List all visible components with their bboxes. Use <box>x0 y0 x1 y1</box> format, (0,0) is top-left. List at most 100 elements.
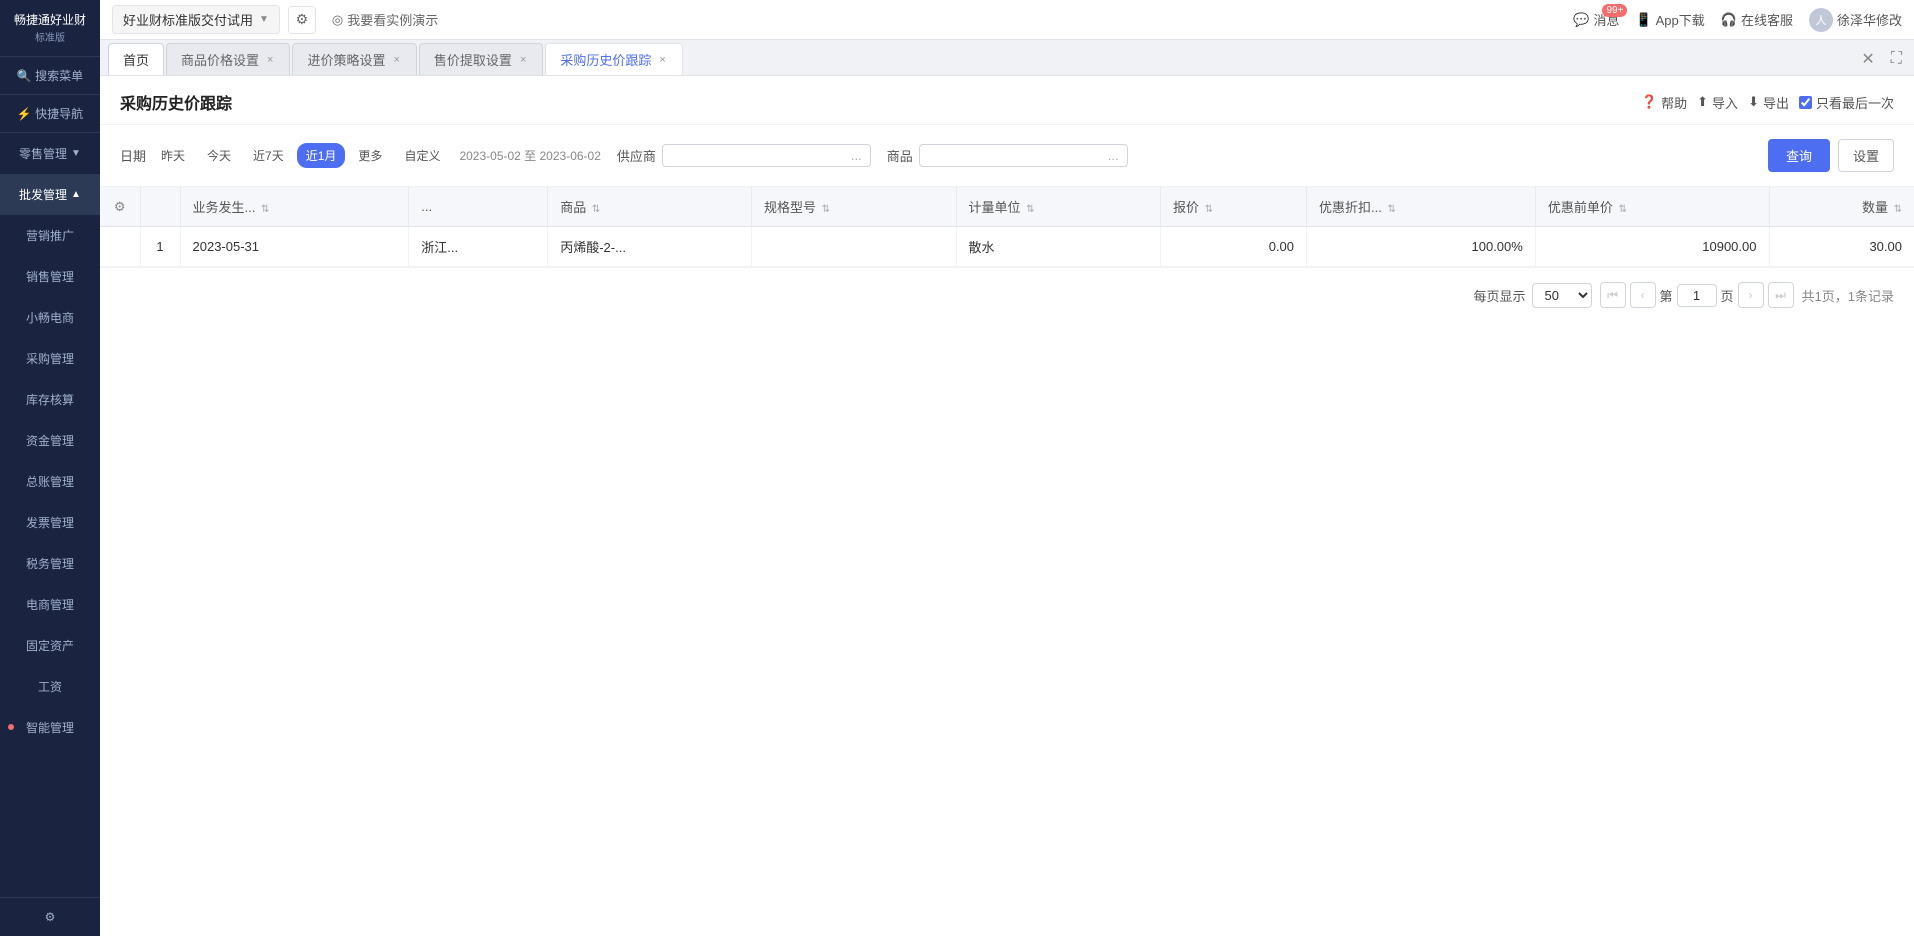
sidebar-settings[interactable]: ⚙ <box>0 897 100 936</box>
th-more[interactable]: ... <box>409 187 548 227</box>
tab-close-icon[interactable]: × <box>265 53 275 67</box>
product-filter-label: 商品 <box>887 146 913 165</box>
settings-icon: ⚙ <box>45 910 56 924</box>
sidebar-item-ecom[interactable]: 电商管理 <box>0 584 100 625</box>
date-btn-more[interactable]: 更多 <box>349 143 391 168</box>
tab-label: 进价策略设置 <box>307 50 385 69</box>
first-page-btn[interactable]: ⏮ <box>1600 282 1626 308</box>
per-page-selector: 每页显示 2050100200 <box>1473 283 1591 308</box>
sidebar-item-tax[interactable]: 税务管理 <box>0 543 100 584</box>
logo-sub: 标准版 <box>8 29 92 44</box>
page-header: 采购历史价跟踪 ❓ 帮助 ⬆ 导入 ⬇ 导出 只看最后一次 <box>100 76 1914 125</box>
demo-btn[interactable]: ◎ 我要看实例演示 <box>324 6 446 33</box>
date-btn-last1m[interactable]: 近1月 <box>297 143 346 168</box>
sidebar-item-purchase[interactable]: 采购管理 <box>0 338 100 379</box>
settings-btn[interactable]: 设置 <box>1838 139 1894 172</box>
search-icon: 🔍 <box>17 69 32 83</box>
sidebar-item-label: 小畅电商 <box>26 309 74 326</box>
sidebar-item-ecom-small[interactable]: 小畅电商 <box>0 297 100 338</box>
query-btn[interactable]: 查询 <box>1768 139 1830 172</box>
tab-price[interactable]: 商品价格设置× <box>166 43 290 75</box>
sidebar-logo[interactable]: 畅捷通好业财 标准版 <box>0 0 100 57</box>
sidebar-item-salary[interactable]: 工资 <box>0 666 100 707</box>
message-btn[interactable]: 💬 消息 99+ <box>1573 10 1619 29</box>
td-supplier: 浙江... <box>409 227 548 267</box>
sidebar-item-label: 固定资产 <box>26 637 74 654</box>
topbar-gear-btn[interactable]: ⚙ <box>288 6 316 34</box>
sidebar-item-wholesale[interactable]: 批发管理▲ <box>0 174 100 215</box>
date-filter: 昨天今天近7天近1月更多自定义 <box>152 143 449 168</box>
product-input-wrap[interactable]: ... <box>919 144 1128 167</box>
sort-icon: ⇅ <box>1387 204 1395 215</box>
sidebar-search[interactable]: 🔍 搜索菜单 <box>0 57 100 95</box>
export-icon: ⬇ <box>1748 94 1759 110</box>
sidebar-quicknav[interactable]: ⚡ 快捷导航 <box>0 95 100 133</box>
per-page-label: 每页显示 <box>1473 286 1525 305</box>
app-download-btn[interactable]: 📱 App下载 <box>1635 10 1704 29</box>
export-btn[interactable]: ⬇ 导出 <box>1748 93 1789 112</box>
help-icon: ❓ <box>1641 94 1657 110</box>
sidebar-item-finance[interactable]: 资金管理 <box>0 420 100 461</box>
th-date[interactable]: 业务发生... ⇅ <box>180 187 409 227</box>
tab-label: 采购历史价跟踪 <box>560 50 651 69</box>
sidebar-item-inventory[interactable]: 库存核算 <box>0 379 100 420</box>
per-page-select[interactable]: 2050100200 <box>1532 283 1592 308</box>
message-badge: 99+ <box>1602 4 1627 17</box>
sidebar-item-smart[interactable]: 智能管理 <box>0 707 100 748</box>
filter-actions: 查询 设置 <box>1768 139 1894 172</box>
th-gear[interactable]: ⚙ <box>100 187 140 227</box>
tab-close-icon[interactable]: × <box>657 53 667 67</box>
th-quantity[interactable]: 数量 ⇅ <box>1769 187 1914 227</box>
td-gear <box>100 227 140 267</box>
supplier-input-wrap[interactable]: ... <box>662 144 871 167</box>
only-last-checkbox-wrap[interactable]: 只看最后一次 <box>1799 93 1894 112</box>
tab-strategy[interactable]: 进价策略设置 × <box>292 43 416 75</box>
main-content: 好业财标准版交付试用 ▼ ⚙ ◎ 我要看实例演示 💬 消息 99+ 📱 App下… <box>100 0 1914 936</box>
next-page-btn[interactable]: › <box>1738 282 1764 308</box>
product-more-icon[interactable]: ... <box>1108 148 1119 163</box>
th-spec[interactable]: 规格型号 ⇅ <box>752 187 956 227</box>
sidebar-item-marketing[interactable]: 营销推广 <box>0 215 100 256</box>
tab-home[interactable]: 首页 <box>108 43 164 75</box>
sidebar-item-assets[interactable]: 固定资产 <box>0 625 100 666</box>
th-discount[interactable]: 优惠折扣... ⇅ <box>1307 187 1536 227</box>
sidebar-item-invoice[interactable]: 发票管理 <box>0 502 100 543</box>
product-input[interactable] <box>928 148 1104 163</box>
date-btn-custom[interactable]: 自定义 <box>395 143 449 168</box>
tab-close-icon[interactable]: × <box>391 53 401 67</box>
sidebar-item-sales[interactable]: 销售管理 <box>0 256 100 297</box>
import-btn[interactable]: ⬆ 导入 <box>1697 93 1738 112</box>
th-unit[interactable]: 计量单位 ⇅ <box>956 187 1160 227</box>
only-last-checkbox[interactable] <box>1799 96 1812 109</box>
sidebar-item-retail[interactable]: 零售管理▼ <box>0 133 100 174</box>
supplier-input[interactable] <box>671 148 847 163</box>
expand-tab-icon[interactable]: ⛶ <box>1887 48 1906 70</box>
date-btn-last7[interactable]: 近7天 <box>244 143 293 168</box>
date-btn-yesterday[interactable]: 昨天 <box>152 143 194 168</box>
online-service-btn[interactable]: 🎧 在线客服 <box>1721 10 1793 29</box>
date-btn-today[interactable]: 今天 <box>198 143 240 168</box>
prev-page-btn[interactable]: ‹ <box>1630 282 1656 308</box>
th-product[interactable]: 商品 ⇅ <box>548 187 752 227</box>
page-content: 采购历史价跟踪 ❓ 帮助 ⬆ 导入 ⬇ 导出 只看最后一次 <box>100 76 1914 936</box>
tab-history-price[interactable]: 采购历史价跟踪 × <box>545 43 682 75</box>
th-pre-discount-price[interactable]: 优惠前单价 ⇅ <box>1535 187 1769 227</box>
sort-icon: ⇅ <box>1026 204 1034 215</box>
quicknav-icon: ⚡ <box>17 107 32 121</box>
sidebar-item-label: 资金管理 <box>26 432 74 449</box>
tab-close-icon[interactable]: × <box>518 53 528 67</box>
supplier-more-icon[interactable]: ... <box>851 148 862 163</box>
sidebar-item-ledger[interactable]: 总账管理 <box>0 461 100 502</box>
last-page-btn[interactable]: ⏭ <box>1768 282 1794 308</box>
date-filter-group: 日期 昨天今天近7天近1月更多自定义 2023-05-02 至 2023-06-… <box>120 143 601 168</box>
close-tab-icon[interactable]: ✕ <box>1857 47 1878 71</box>
table-row[interactable]: 12023-05-31浙江...丙烯酸-2-...散水0.00100.00%10… <box>100 227 1914 267</box>
pagination: 每页显示 2050100200 ⏮ ‹ 第 页 › ⏭ 共1页，1条记录 <box>100 267 1914 322</box>
tab-sale-extract[interactable]: 售价提取设置× <box>419 43 543 75</box>
user-info[interactable]: 人 徐泽华修改 <box>1809 8 1902 32</box>
th-price[interactable]: 报价 ⇅ <box>1160 187 1306 227</box>
version-selector[interactable]: 好业财标准版交付试用 ▼ <box>112 5 280 34</box>
page-number-input[interactable] <box>1677 284 1717 307</box>
help-btn[interactable]: ❓ 帮助 <box>1641 93 1687 112</box>
sidebar: 畅捷通好业财 标准版 🔍 搜索菜单 ⚡ 快捷导航 零售管理▼批发管理▲营销推广销… <box>0 0 100 936</box>
